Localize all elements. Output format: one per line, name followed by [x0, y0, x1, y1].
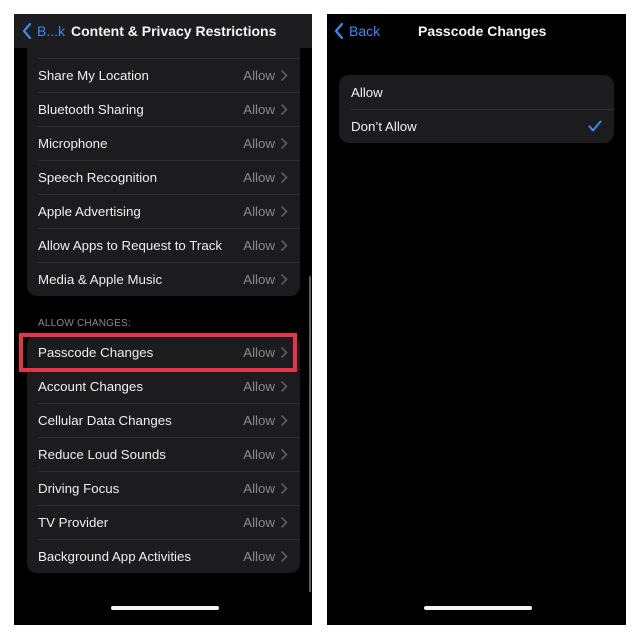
row-label: Apple Advertising [38, 203, 141, 219]
chevron-right-icon [281, 103, 288, 115]
scrollbar[interactable] [309, 276, 311, 592]
row-label: Speech Recognition [38, 169, 158, 185]
list-item-background-app-activities[interactable]: Background App Activities Allow [27, 539, 300, 573]
chevron-left-icon [22, 23, 32, 39]
row-label: Account Changes [38, 378, 143, 394]
list-item-tv-provider[interactable]: TV Provider Allow [27, 505, 300, 539]
allow-changes-group: Passcode Changes Allow Account Changes A… [27, 335, 300, 573]
row-label: TV Provider [38, 514, 109, 530]
option-label: Allow [351, 84, 383, 100]
option-label: Don’t Allow [351, 118, 417, 134]
row-value: Allow [243, 548, 275, 564]
row-label: Passcode Changes [38, 344, 154, 360]
page-title: Passcode Changes [418, 23, 547, 39]
list-item-reduce-loud-sounds[interactable]: Reduce Loud Sounds Allow [27, 437, 300, 471]
chevron-right-icon [281, 414, 288, 426]
list-item-driving-focus[interactable]: Driving Focus Allow [27, 471, 300, 505]
home-indicator[interactable] [111, 606, 219, 610]
list-item-bluetooth-sharing[interactable]: Bluetooth Sharing Allow [27, 92, 300, 126]
row-value: Allow [243, 480, 275, 496]
chevron-right-icon [281, 346, 288, 358]
back-button[interactable]: B...k [22, 14, 65, 48]
row-value: Allow [243, 446, 275, 462]
chevron-right-icon [281, 171, 288, 183]
row-label: Share My Location [38, 67, 149, 83]
row-value: Allow [243, 135, 275, 151]
list-item-media-apple-music[interactable]: Media & Apple Music Allow [27, 262, 300, 296]
option-dont-allow[interactable]: Don’t Allow [339, 109, 614, 143]
right-screen: Back Passcode Changes Allow Don’t Allow [327, 14, 626, 625]
chevron-right-icon [281, 239, 288, 251]
row-value: Allow [243, 67, 275, 83]
chevron-right-icon [281, 516, 288, 528]
chevron-right-icon [281, 69, 288, 81]
list-item-account-changes[interactable]: Account Changes Allow [27, 369, 300, 403]
row-label: Driving Focus [38, 480, 120, 496]
chevron-right-icon [281, 550, 288, 562]
section-header-allow-changes: ALLOW CHANGES: [38, 318, 131, 329]
row-value: Allow [243, 344, 275, 360]
row-label: Media & Apple Music [38, 271, 163, 287]
row-label: Allow Apps to Request to Track [38, 237, 223, 253]
navigation-bar: B...k Content & Privacy Restrictions [14, 14, 312, 48]
list-item-passcode-changes[interactable]: Passcode Changes Allow [27, 335, 300, 369]
row-value: Allow [243, 378, 275, 394]
list-item-microphone[interactable]: Microphone Allow [27, 126, 300, 160]
back-button[interactable]: Back [334, 14, 380, 48]
chevron-right-icon [281, 448, 288, 460]
chevron-right-icon [281, 137, 288, 149]
row-label: Microphone [38, 135, 108, 151]
home-indicator[interactable] [424, 606, 532, 610]
passcode-options-group: Allow Don’t Allow [339, 75, 614, 143]
chevron-right-icon [281, 273, 288, 285]
back-label: Back [349, 23, 381, 39]
chevron-right-icon [281, 380, 288, 392]
row-label: Bluetooth Sharing [38, 101, 144, 117]
list-item-apple-advertising[interactable]: Apple Advertising Allow [27, 194, 300, 228]
row-value: Allow [243, 237, 275, 253]
privacy-settings-group: Share My Location Allow Bluetooth Sharin… [27, 34, 300, 296]
row-value: Allow [243, 101, 275, 117]
back-label: B...k [37, 23, 66, 39]
row-value: Allow [243, 412, 275, 428]
checkmark-icon [588, 120, 602, 132]
row-value: Allow [243, 169, 275, 185]
chevron-right-icon [281, 205, 288, 217]
list-item-share-my-location[interactable]: Share My Location Allow [27, 58, 300, 92]
row-value: Allow [243, 514, 275, 530]
row-value: Allow [243, 203, 275, 219]
chevron-left-icon [334, 23, 344, 39]
chevron-right-icon [281, 482, 288, 494]
row-label: Reduce Loud Sounds [38, 446, 166, 462]
list-item-cellular-data-changes[interactable]: Cellular Data Changes Allow [27, 403, 300, 437]
list-item-allow-apps-to-request-to-track[interactable]: Allow Apps to Request to Track Allow [27, 228, 300, 262]
page-title: Content & Privacy Restrictions [71, 23, 277, 39]
left-screen: B...k Content & Privacy Restrictions Sha… [14, 14, 312, 625]
row-value: Allow [243, 271, 275, 287]
option-allow[interactable]: Allow [339, 75, 614, 109]
row-label: Background App Activities [38, 548, 192, 564]
list-item-speech-recognition[interactable]: Speech Recognition Allow [27, 160, 300, 194]
row-label: Cellular Data Changes [38, 412, 172, 428]
